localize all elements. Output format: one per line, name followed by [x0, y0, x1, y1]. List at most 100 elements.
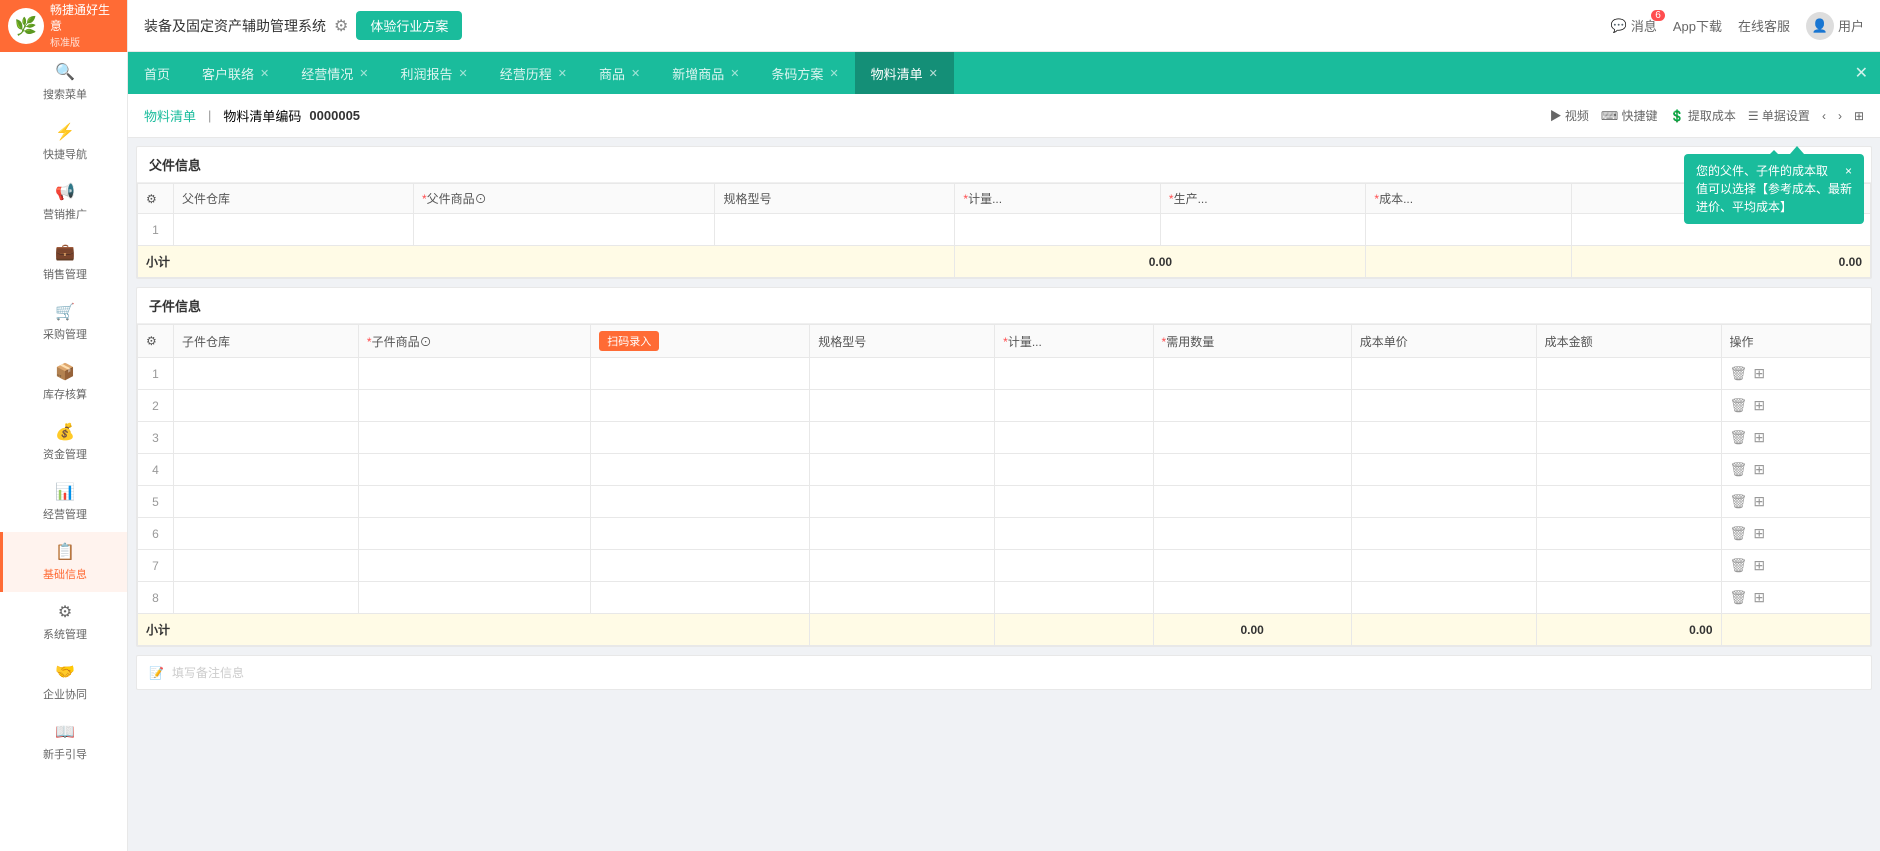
child-product-0[interactable]	[358, 358, 590, 390]
child-unit-cost-7[interactable]	[1351, 582, 1536, 614]
copy-icon-6[interactable]: ⊞	[1753, 557, 1765, 574]
child-warehouse-1[interactable]	[174, 390, 359, 422]
nav-tab-1[interactable]: 客户联络✕	[186, 52, 285, 94]
tab-close-6[interactable]: ✕	[730, 67, 739, 80]
child-spec-6[interactable]	[810, 550, 995, 582]
child-spec-0[interactable]	[810, 358, 995, 390]
child-qty-2[interactable]	[1153, 422, 1351, 454]
sidebar-item-采购管理[interactable]: 🛒 采购管理	[0, 292, 127, 352]
child-unit-2[interactable]	[995, 422, 1153, 454]
nav-tab-4[interactable]: 经营历程✕	[484, 52, 583, 94]
child-qty-1[interactable]	[1153, 390, 1351, 422]
copy-icon-1[interactable]: ⊞	[1753, 397, 1765, 414]
tooltip-close-btn[interactable]: ×	[1845, 162, 1852, 180]
child-scan-3[interactable]	[591, 454, 810, 486]
parent-cost-cell[interactable]	[1366, 214, 1572, 246]
doc-settings-btn[interactable]: ☰ 单据设置	[1748, 107, 1810, 124]
child-qty-5[interactable]	[1153, 518, 1351, 550]
copy-icon-2[interactable]: ⊞	[1753, 429, 1765, 446]
sidebar-item-资金管理[interactable]: 💰 资金管理	[0, 412, 127, 472]
tab-close-5[interactable]: ✕	[631, 67, 640, 80]
child-unit-cost-0[interactable]	[1351, 358, 1536, 390]
copy-icon-4[interactable]: ⊞	[1753, 493, 1765, 510]
child-product-6[interactable]	[358, 550, 590, 582]
parent-spec-cell[interactable]	[715, 214, 955, 246]
child-warehouse-7[interactable]	[174, 582, 359, 614]
copy-icon-3[interactable]: ⊞	[1753, 461, 1765, 478]
tab-close-2[interactable]: ✕	[359, 67, 368, 80]
child-spec-4[interactable]	[810, 486, 995, 518]
nav-tab-6[interactable]: 新增商品✕	[656, 52, 755, 94]
child-product-2[interactable]	[358, 422, 590, 454]
nav-tab-3[interactable]: 利润报告✕	[384, 52, 483, 94]
nav-prev[interactable]: ‹	[1822, 109, 1826, 123]
nav-tab-2[interactable]: 经营情况✕	[285, 52, 384, 94]
child-unit-cost-5[interactable]	[1351, 518, 1536, 550]
child-unit-cost-1[interactable]	[1351, 390, 1536, 422]
nav-next[interactable]: ›	[1838, 109, 1842, 123]
child-spec-1[interactable]	[810, 390, 995, 422]
copy-icon-7[interactable]: ⊞	[1753, 589, 1765, 606]
child-qty-7[interactable]	[1153, 582, 1351, 614]
delete-icon-1[interactable]: 🗑	[1730, 397, 1748, 414]
delete-icon-2[interactable]: 🗑	[1730, 429, 1748, 446]
child-spec-7[interactable]	[810, 582, 995, 614]
sidebar-item-销售管理[interactable]: 💼 销售管理	[0, 232, 127, 292]
delete-icon-3[interactable]: 🗑	[1730, 461, 1748, 478]
child-warehouse-5[interactable]	[174, 518, 359, 550]
parent-col-settings[interactable]: ⚙	[138, 184, 174, 214]
nav-tab-5[interactable]: 商品✕	[583, 52, 656, 94]
user-btn[interactable]: 👤 用户	[1806, 12, 1864, 40]
note-placeholder[interactable]: 填写备注信息	[172, 664, 244, 681]
delete-icon-0[interactable]: 🗑	[1730, 365, 1748, 382]
child-scan-6[interactable]	[591, 550, 810, 582]
child-qty-6[interactable]	[1153, 550, 1351, 582]
grid-view-btn[interactable]: ⊞	[1854, 109, 1864, 123]
sidebar-item-系统管理[interactable]: ⚙ 系统管理	[0, 592, 127, 652]
sidebar-item-经营管理[interactable]: 📊 经营管理	[0, 472, 127, 532]
tab-close-8[interactable]: ✕	[929, 67, 938, 80]
online-service-btn[interactable]: 在线客服	[1738, 16, 1790, 35]
child-warehouse-0[interactable]	[174, 358, 359, 390]
child-spec-5[interactable]	[810, 518, 995, 550]
child-product-3[interactable]	[358, 454, 590, 486]
child-unit-cost-4[interactable]	[1351, 486, 1536, 518]
tab-close-4[interactable]: ✕	[558, 67, 567, 80]
child-col-scan[interactable]: 扫码录入	[591, 325, 810, 358]
nav-tab-0[interactable]: 首页	[128, 52, 186, 94]
child-qty-4[interactable]	[1153, 486, 1351, 518]
tab-close-7[interactable]: ✕	[829, 67, 838, 80]
child-unit-cost-6[interactable]	[1351, 550, 1536, 582]
close-all-tabs[interactable]: ✕	[1843, 63, 1880, 83]
delete-icon-6[interactable]: 🗑	[1730, 557, 1748, 574]
child-unit-cost-3[interactable]	[1351, 454, 1536, 486]
nav-tab-8[interactable]: 物料清单✕	[855, 52, 954, 94]
sidebar-item-搜索菜单[interactable]: 🔍 搜索菜单	[0, 52, 127, 112]
child-qty-0[interactable]	[1153, 358, 1351, 390]
parent-product-cell[interactable]	[413, 214, 714, 246]
sidebar-item-基础信息[interactable]: 📋 基础信息	[0, 532, 127, 592]
child-warehouse-2[interactable]	[174, 422, 359, 454]
delete-icon-7[interactable]: 🗑	[1730, 589, 1748, 606]
child-spec-3[interactable]	[810, 454, 995, 486]
sidebar-item-企业协同[interactable]: 🤝 企业协同	[0, 652, 127, 712]
child-scan-5[interactable]	[591, 518, 810, 550]
sidebar-item-快捷导航[interactable]: ⚡ 快捷导航	[0, 112, 127, 172]
shortcut-btn[interactable]: ⌨ 快捷键	[1601, 107, 1658, 124]
sidebar-item-新手引导[interactable]: 📖 新手引导	[0, 712, 127, 772]
copy-icon-0[interactable]: ⊞	[1753, 365, 1765, 382]
child-qty-3[interactable]	[1153, 454, 1351, 486]
parent-unit-cell[interactable]	[955, 214, 1161, 246]
child-unit-5[interactable]	[995, 518, 1153, 550]
parent-production-cell[interactable]	[1160, 214, 1366, 246]
child-product-4[interactable]	[358, 486, 590, 518]
child-unit-1[interactable]	[995, 390, 1153, 422]
child-scan-2[interactable]	[591, 422, 810, 454]
nav-tab-7[interactable]: 条码方案✕	[755, 52, 854, 94]
child-warehouse-3[interactable]	[174, 454, 359, 486]
child-scan-7[interactable]	[591, 582, 810, 614]
settings-icon[interactable]: ⚙	[334, 16, 348, 36]
tab-close-3[interactable]: ✕	[459, 67, 468, 80]
child-scan-0[interactable]	[591, 358, 810, 390]
scan-input-btn[interactable]: 扫码录入	[599, 331, 659, 351]
